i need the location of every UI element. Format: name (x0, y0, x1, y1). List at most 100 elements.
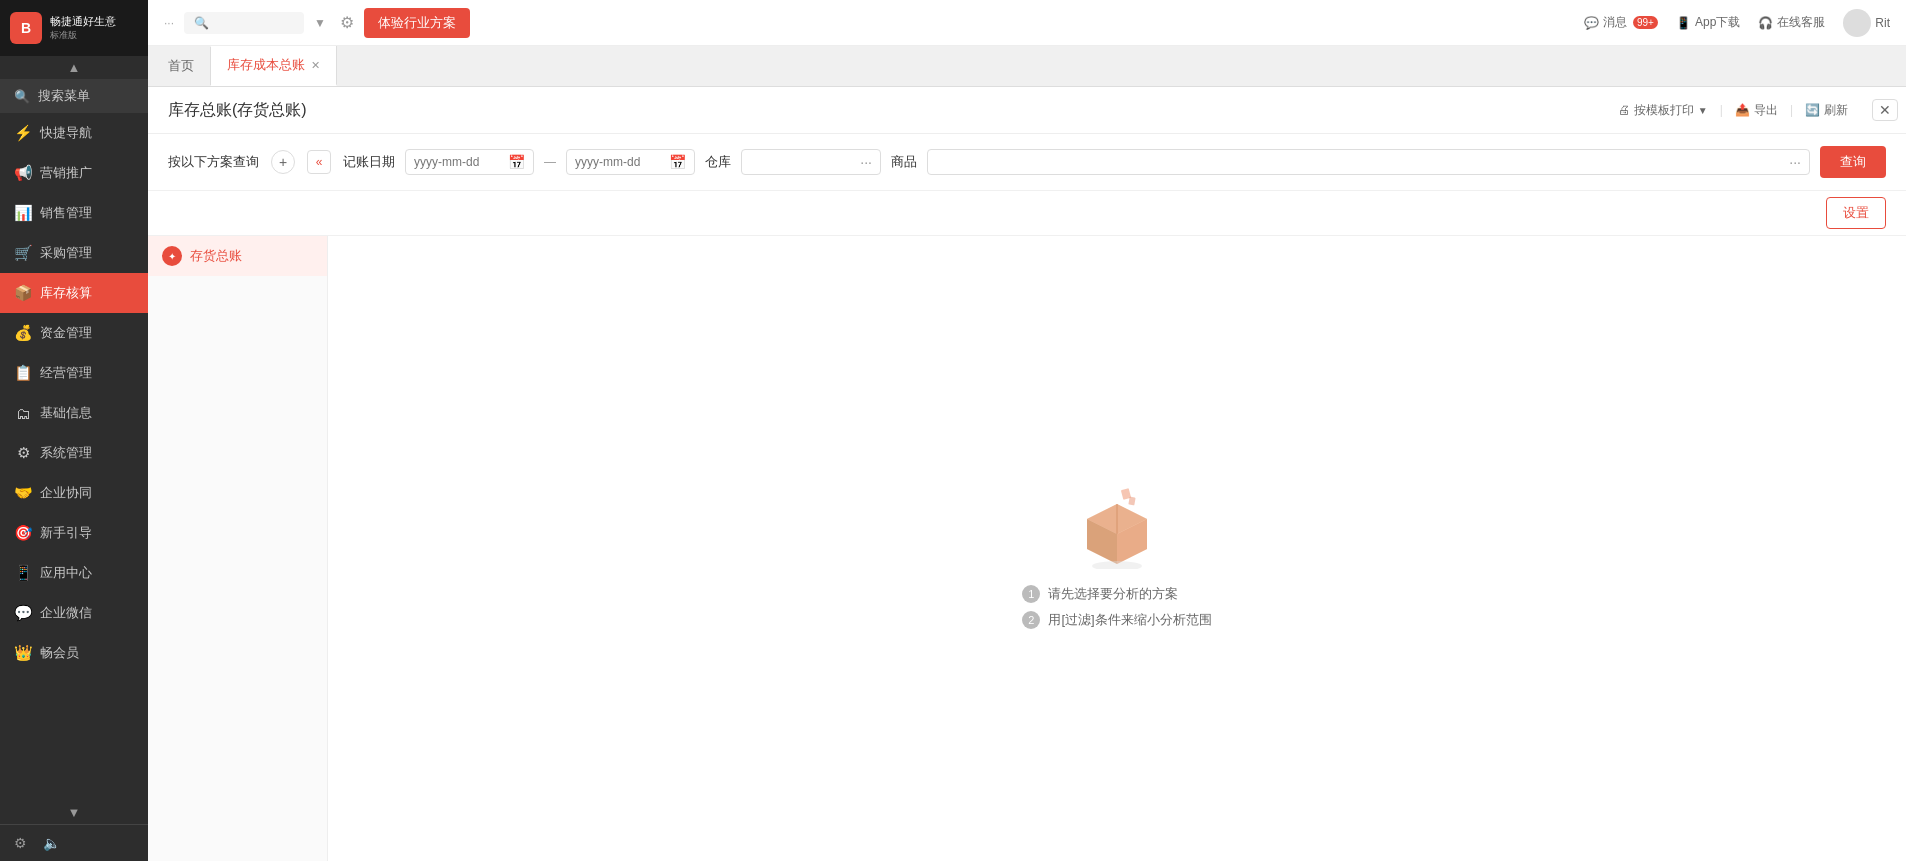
print-template-btn[interactable]: 🖨 按模板打印 ▼ (1618, 102, 1708, 119)
finance-icon: 💰 (14, 324, 32, 342)
newbie-icon: 🎯 (14, 524, 32, 542)
refresh-btn[interactable]: 🔄 刷新 (1805, 102, 1848, 119)
sidebar-item-label: 营销推广 (40, 164, 92, 182)
main-table-area: 1 请先选择要分析的方案 2 用[过滤]条件来缩小分析范围 (328, 236, 1906, 861)
date-end-field[interactable] (575, 155, 665, 169)
filter-bar: 按以下方案查询 + « 记账日期 📅 — 📅 仓库 ··· (148, 134, 1906, 191)
notification-label: 消息 (1603, 14, 1627, 31)
product-select[interactable]: ··· (927, 149, 1810, 175)
user-avatar-item[interactable]: Rit (1843, 9, 1890, 37)
tip-num-2: 2 (1022, 611, 1040, 629)
date-start-field[interactable] (414, 155, 504, 169)
sales-icon: 📊 (14, 204, 32, 222)
system-icon: ⚙ (14, 444, 32, 462)
page-header: 库存总账(存货总账) 🖨 按模板打印 ▼ | 📤 导出 | 🔄 刷新 ✕ (148, 87, 1906, 134)
sidebar-item-label: 畅会员 (40, 644, 79, 662)
sidebar-item-label: 基础信息 (40, 404, 92, 422)
print-chevron[interactable]: ▼ (1698, 105, 1708, 116)
settings-row: 设置 (148, 191, 1906, 236)
sidebar-bottom: ⚙ 🔈 (0, 824, 148, 861)
app-download-label: App下载 (1695, 14, 1740, 31)
tab-inventory-cost[interactable]: 库存成本总账 ✕ (211, 46, 337, 86)
tab-close-icon[interactable]: ✕ (311, 59, 320, 72)
basic-icon: 🗂 (14, 405, 32, 422)
tip-text-2: 用[过滤]条件来缩小分析范围 (1048, 611, 1211, 629)
tab-home[interactable]: 首页 (152, 47, 211, 85)
filter-fields: 记账日期 📅 — 📅 仓库 ··· 商品 ··· (343, 146, 1886, 178)
purchase-icon: 🛒 (14, 244, 32, 262)
export-icon: 📤 (1735, 103, 1750, 117)
apps-icon: 📱 (14, 564, 32, 582)
scheme-panel: ✦ 存货总账 (148, 236, 328, 861)
query-button[interactable]: 查询 (1820, 146, 1886, 178)
message-icon: 💬 (1584, 16, 1599, 30)
tabbar: 首页 库存成本总账 ✕ (148, 46, 1906, 87)
export-btn[interactable]: 📤 导出 (1735, 102, 1778, 119)
phone-icon: 📱 (1676, 16, 1691, 30)
sidebar-item-label: 资金管理 (40, 324, 92, 342)
sidebar-item-shortcut[interactable]: ⚡ 快捷导航 (0, 113, 148, 153)
filter-add-btn[interactable]: + (271, 150, 295, 174)
sidebar-item-cooperation[interactable]: 🤝 企业协同 (0, 473, 148, 513)
topbar-chevron[interactable]: ▼ (314, 16, 326, 30)
settings-button[interactable]: 设置 (1826, 197, 1886, 229)
wechat-icon: 💬 (14, 604, 32, 622)
sidebar-item-system[interactable]: ⚙ 系统管理 (0, 433, 148, 473)
sidebar-item-finance[interactable]: 💰 资金管理 (0, 313, 148, 353)
date-separator: — (544, 155, 556, 169)
main-content: ··· 🔍 ▼ ⚙ 体验行业方案 💬 消息 99+ 📱 App下载 🎧 在线客服 (148, 0, 1906, 861)
product-more-icon[interactable]: ··· (1789, 154, 1801, 170)
search-icon: 🔍 (14, 89, 30, 104)
industry-btn[interactable]: 体验行业方案 (364, 8, 470, 38)
refresh-icon: 🔄 (1805, 103, 1820, 117)
panel-toggle-btn[interactable]: ✕ (1872, 99, 1898, 121)
tab-home-label: 首页 (168, 57, 194, 75)
export-label: 导出 (1754, 102, 1778, 119)
search-menu-item[interactable]: 🔍 搜索菜单 (0, 79, 148, 113)
settings-icon[interactable]: ⚙ (14, 835, 27, 851)
sidebar-item-label: 销售管理 (40, 204, 92, 222)
topbar-gear-icon[interactable]: ⚙ (340, 13, 354, 32)
sidebar-item-wechat[interactable]: 💬 企业微信 (0, 593, 148, 633)
sidebar-item-apps[interactable]: 📱 应用中心 (0, 553, 148, 593)
sidebar-item-basic[interactable]: 🗂 基础信息 (0, 393, 148, 433)
sidebar-item-sales[interactable]: 📊 销售管理 (0, 193, 148, 233)
filter-label: 按以下方案查询 (168, 153, 259, 171)
date-start-input[interactable]: 📅 (405, 149, 534, 175)
scheme-item-stock-ledger[interactable]: ✦ 存货总账 (148, 236, 327, 276)
app-download-item[interactable]: 📱 App下载 (1676, 14, 1740, 31)
app-name: 畅捷通好生意 (50, 14, 116, 29)
notification-item[interactable]: 💬 消息 99+ (1584, 14, 1658, 31)
cooperation-icon: 🤝 (14, 484, 32, 502)
sidebar-item-marketing[interactable]: 📢 营销推广 (0, 153, 148, 193)
product-label: 商品 (891, 153, 917, 171)
sidebar-item-operations[interactable]: 📋 经营管理 (0, 353, 148, 393)
sidebar-item-label: 经营管理 (40, 364, 92, 382)
sidebar-nav: ⚡ 快捷导航 📢 营销推广 📊 销售管理 🛒 采购管理 📦 库存核算 💰 资金管… (0, 113, 148, 801)
warehouse-more-icon[interactable]: ··· (860, 154, 872, 170)
marketing-icon: 📢 (14, 164, 32, 182)
sidebar-item-member[interactable]: 👑 畅会员 (0, 633, 148, 673)
operations-icon: 📋 (14, 364, 32, 382)
empty-tip-1: 1 请先选择要分析的方案 (1022, 585, 1211, 603)
sidebar-item-label: 应用中心 (40, 564, 92, 582)
app-version: 标准版 (50, 29, 116, 42)
user-name: Rit (1875, 16, 1890, 30)
warehouse-select[interactable]: ··· (741, 149, 881, 175)
online-service-item[interactable]: 🎧 在线客服 (1758, 14, 1825, 31)
topbar-search[interactable]: 🔍 (184, 12, 304, 34)
sidebar-item-newbie[interactable]: 🎯 新手引导 (0, 513, 148, 553)
sidebar-item-label: 新手引导 (40, 524, 92, 542)
tab-inventory-cost-label: 库存成本总账 (227, 56, 305, 74)
filter-collapse-btn[interactable]: « (307, 150, 331, 174)
sidebar-item-purchase[interactable]: 🛒 采购管理 (0, 233, 148, 273)
sidebar-item-label: 快捷导航 (40, 124, 92, 142)
sidebar-scroll-down[interactable]: ▼ (0, 801, 148, 824)
date-end-input[interactable]: 📅 (566, 149, 695, 175)
speaker-icon[interactable]: 🔈 (43, 835, 60, 851)
sidebar-scroll-up[interactable]: ▲ (0, 56, 148, 79)
divider2: | (1790, 103, 1793, 117)
inventory-icon: 📦 (14, 284, 32, 302)
sidebar-item-inventory[interactable]: 📦 库存核算 (0, 273, 148, 313)
app-logo: B 畅捷通好生意 标准版 (0, 0, 148, 56)
